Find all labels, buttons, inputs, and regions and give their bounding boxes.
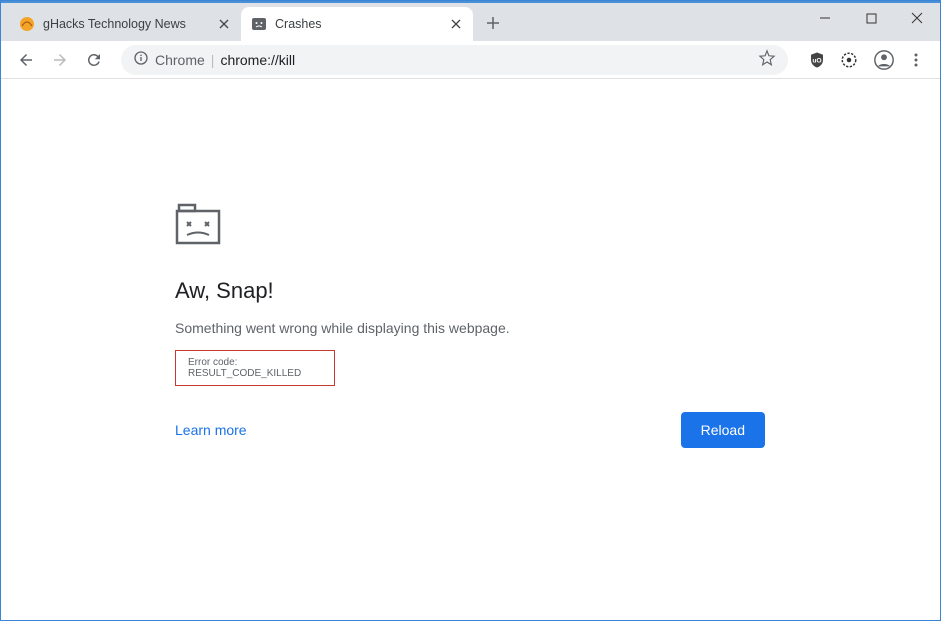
toolbar: Chrome | chrome://kill uO [1,41,940,79]
reload-button[interactable]: Reload [681,412,765,448]
profile-avatar[interactable] [870,46,898,74]
tab-title: gHacks Technology News [43,17,211,31]
error-actions: Learn more Reload [175,412,765,448]
error-code-highlight: Error code: RESULT_CODE_KILLED [175,350,335,386]
tab-ghacks[interactable]: gHacks Technology News [9,7,241,41]
new-tab-button[interactable] [479,9,507,37]
learn-more-link[interactable]: Learn more [175,422,247,438]
error-block: Aw, Snap! Something went wrong while dis… [175,203,765,448]
kebab-menu-icon[interactable] [902,46,930,74]
extension-icon[interactable] [838,49,860,71]
omnibox-separator: | [211,52,215,68]
tab-title: Crashes [275,17,443,31]
omnibox-url: chrome://kill [220,52,295,68]
omnibox-scheme: Chrome [155,52,205,68]
error-code-label: Error code: [188,357,237,368]
tab-crashes[interactable]: Crashes [241,7,473,41]
ublock-icon[interactable]: uO [806,49,828,71]
forward-button[interactable] [45,45,75,75]
close-icon[interactable] [217,17,231,31]
favicon-ghacks [19,16,35,32]
maximize-button[interactable] [848,3,894,33]
tab-strip: gHacks Technology News Crashes [1,3,940,41]
reload-toolbar-button[interactable] [79,45,109,75]
minimize-button[interactable] [802,3,848,33]
back-button[interactable] [11,45,41,75]
close-window-button[interactable] [894,3,940,33]
extension-icons: uO [800,49,866,71]
close-icon[interactable] [449,17,463,31]
sad-folder-icon [175,203,765,252]
bookmark-star-icon[interactable] [758,49,776,70]
error-code-value: RESULT_CODE_KILLED [188,368,301,379]
svg-text:uO: uO [812,57,821,64]
favicon-crashes [251,16,267,32]
window-controls [802,3,940,35]
omnibox[interactable]: Chrome | chrome://kill [121,45,788,75]
error-title: Aw, Snap! [175,278,765,304]
page-content: Aw, Snap! Something went wrong while dis… [3,79,938,618]
error-message: Something went wrong while displaying th… [175,320,765,336]
site-info-icon[interactable] [133,50,149,69]
